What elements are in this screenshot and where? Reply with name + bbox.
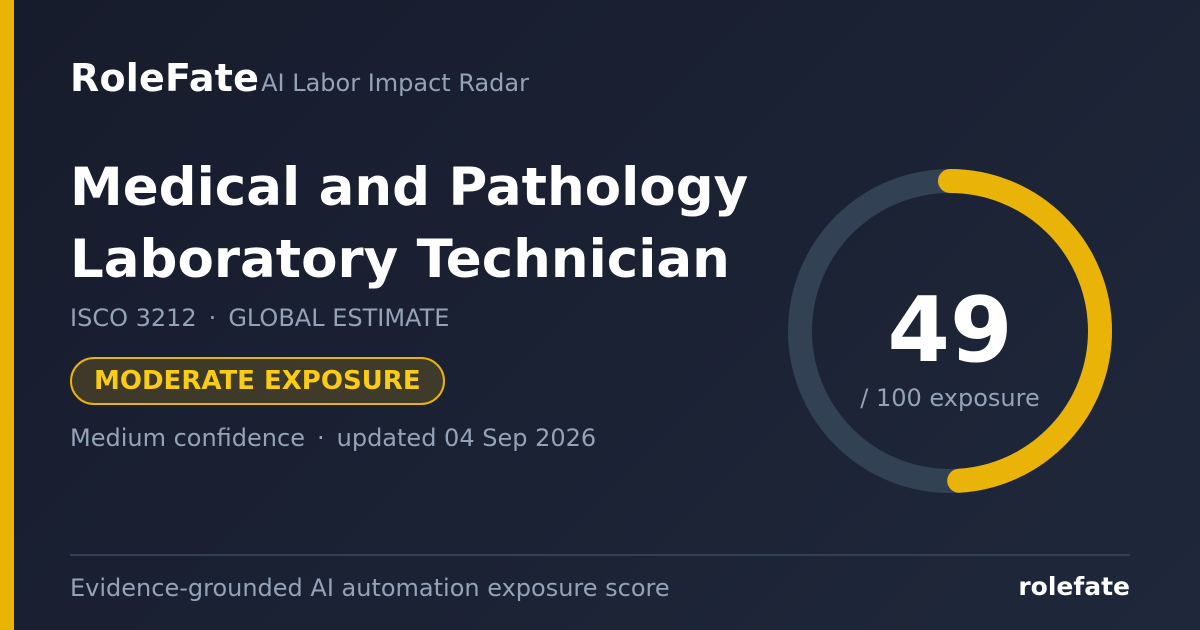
- isco-code: ISCO 3212: [70, 304, 197, 332]
- updated-date: updated 04 Sep 2026: [336, 424, 597, 452]
- confidence-separator: ·: [316, 424, 325, 452]
- meta-separator: ·: [208, 304, 217, 332]
- brand-name: RoleFate: [70, 56, 260, 100]
- occupation-meta: ISCO 3212 · GLOBAL ESTIMATE: [70, 304, 449, 332]
- confidence-level: Medium confidence: [70, 424, 305, 452]
- estimate-scope: GLOBAL ESTIMATE: [228, 304, 450, 332]
- accent-bar: [0, 0, 14, 630]
- brand-header: RoleFate AI Labor Impact Radar: [70, 56, 529, 100]
- exposure-score: 49: [887, 278, 1013, 383]
- brand-tagline: AI Labor Impact Radar: [261, 69, 529, 97]
- exposure-badge: MODERATE EXPOSURE: [70, 357, 445, 405]
- confidence-line: Medium confidence · updated 04 Sep 2026: [70, 424, 596, 452]
- occupation-title-line2: Laboratory Technician: [70, 229, 730, 290]
- footer-brand: rolefate: [1018, 572, 1130, 601]
- occupation-title-line1: Medical and Pathology: [70, 157, 749, 218]
- footer-description: Evidence-grounded AI automation exposure…: [70, 574, 670, 602]
- exposure-score-label: / 100 exposure: [860, 384, 1040, 412]
- footer-divider: [70, 554, 1130, 556]
- occupation-title: Medical and Pathology Laboratory Technic…: [70, 152, 770, 296]
- exposure-gauge: 49 / 100 exposure: [787, 168, 1113, 494]
